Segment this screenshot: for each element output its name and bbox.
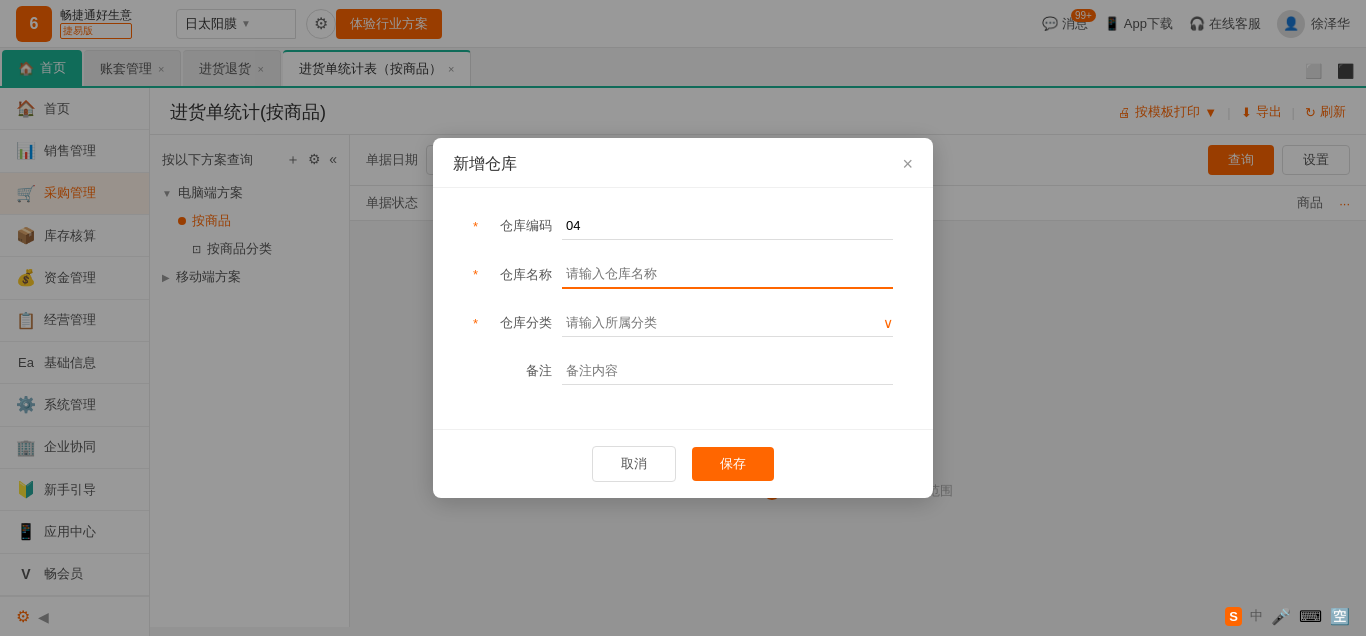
name-input[interactable] (562, 260, 893, 289)
form-row-name: * 仓库名称 (473, 260, 893, 289)
keyboard-icon[interactable]: ⌨ (1299, 607, 1322, 626)
required-star: * (473, 316, 478, 331)
modal-header: 新增仓库 × (433, 138, 933, 188)
modal-title: 新增仓库 (453, 154, 517, 175)
code-input[interactable] (562, 212, 893, 240)
s-logo: S (1225, 607, 1242, 626)
required-star: * (473, 267, 478, 282)
category-label: 仓库分类 (482, 314, 562, 332)
category-select[interactable]: ∨ (562, 309, 893, 337)
required-star: * (473, 219, 478, 234)
save-button[interactable]: 保存 (692, 447, 774, 481)
mic-icon[interactable]: 🎤 (1271, 607, 1291, 626)
bottom-bar: S 中 🎤 ⌨ 🈳 (1209, 596, 1366, 636)
translate-icon[interactable]: 🈳 (1330, 607, 1350, 626)
cancel-button[interactable]: 取消 (592, 446, 676, 482)
remark-label: 备注 (482, 362, 562, 380)
category-input[interactable] (562, 309, 883, 336)
add-warehouse-modal: 新增仓库 × * 仓库编码 * 仓库名称 * 仓库分类 ∨ (433, 138, 933, 498)
form-row-category: * 仓库分类 ∨ (473, 309, 893, 337)
form-row-remark: * 备注 (473, 357, 893, 385)
remark-input[interactable] (562, 357, 893, 385)
modal-footer: 取消 保存 (433, 429, 933, 498)
code-label: 仓库编码 (482, 217, 562, 235)
name-label: 仓库名称 (482, 266, 562, 284)
modal-overlay[interactable]: 新增仓库 × * 仓库编码 * 仓库名称 * 仓库分类 ∨ (0, 0, 1366, 636)
form-row-code: * 仓库编码 (473, 212, 893, 240)
modal-body: * 仓库编码 * 仓库名称 * 仓库分类 ∨ * (433, 188, 933, 429)
modal-close-icon[interactable]: × (902, 154, 913, 175)
chinese-label: 中 (1250, 607, 1263, 625)
category-dropdown-icon[interactable]: ∨ (883, 315, 893, 331)
